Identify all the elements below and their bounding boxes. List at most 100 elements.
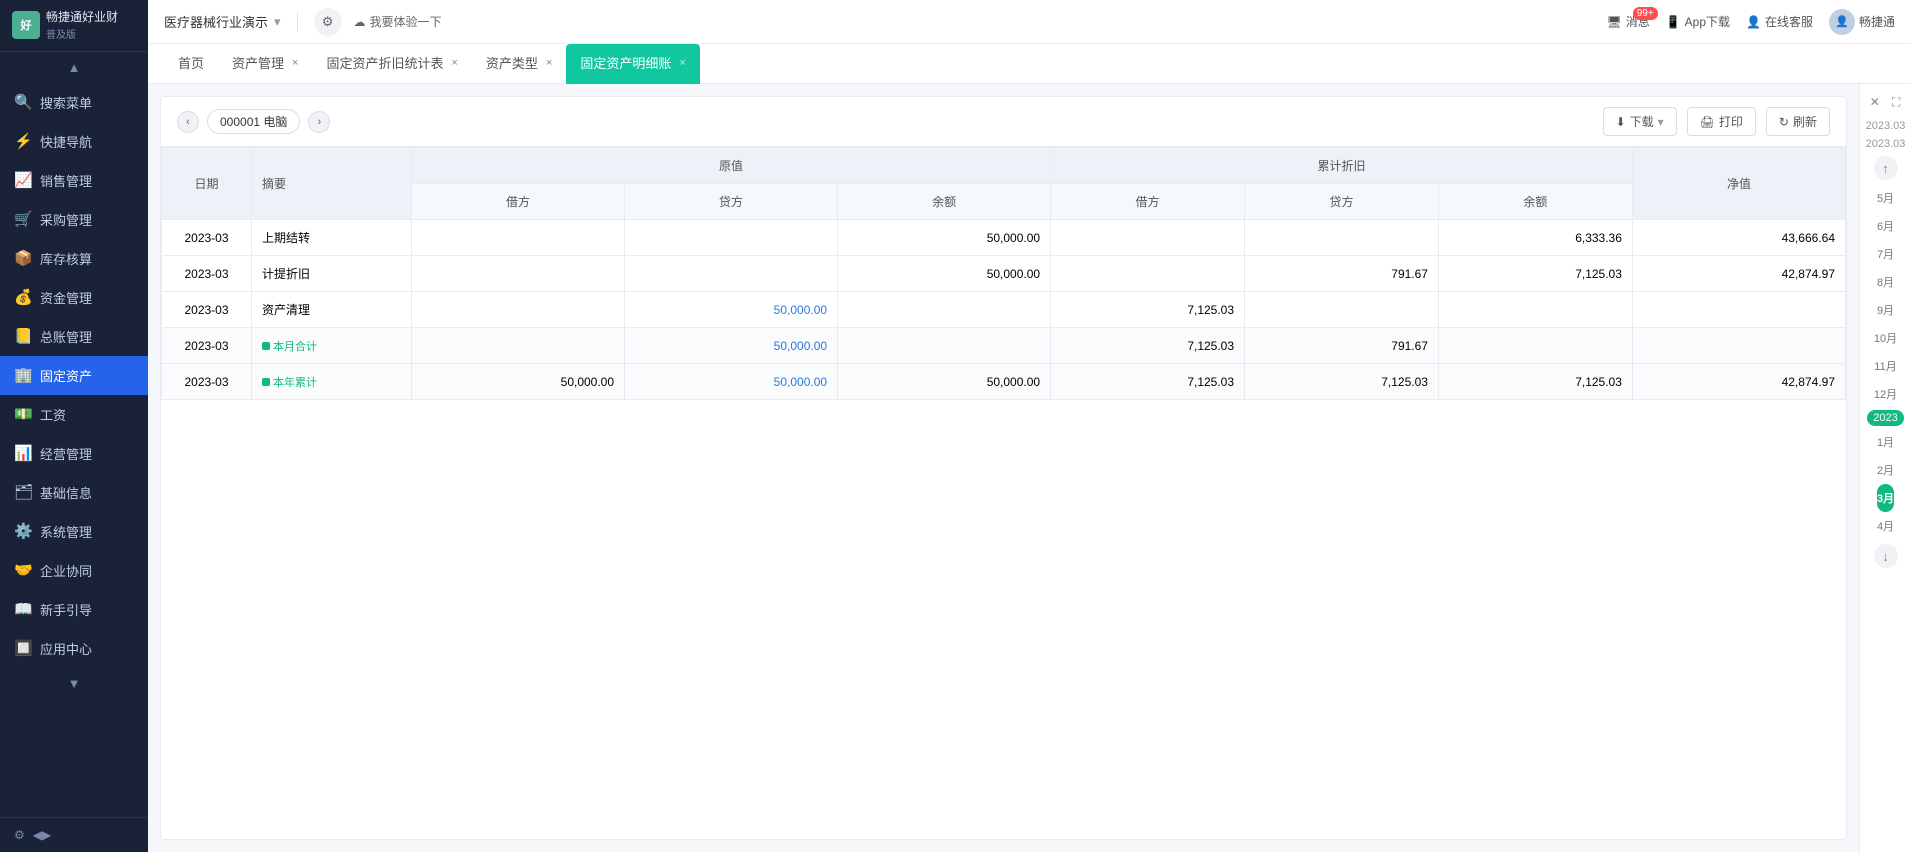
year-badge-2023[interactable]: 2023 xyxy=(1867,410,1903,426)
month-1-label: 1月 xyxy=(1877,434,1894,450)
year-tag: 本年累计 xyxy=(262,374,317,390)
sidebar-scroll-up[interactable]: ▲ xyxy=(0,52,148,83)
month-10-label: 10月 xyxy=(1874,330,1897,346)
online-service-label: 在线客服 xyxy=(1765,13,1813,30)
row3-net xyxy=(1632,328,1845,364)
year-section-top: 2023.03 xyxy=(1860,116,1911,134)
table-row-year: 2023-03 本年累计 50,000.00 50,000.00 50,000.… xyxy=(162,364,1846,400)
col-header-orig-credit: 贷方 xyxy=(625,184,838,220)
panel-expand-icon[interactable]: ⛶ xyxy=(1888,92,1906,112)
month-item-2[interactable]: 2月 xyxy=(1877,456,1894,484)
subtotal-tag: 本月合计 xyxy=(262,338,317,354)
tab-detail-close[interactable]: × xyxy=(679,57,685,69)
capital-icon: 💰 xyxy=(14,288,32,306)
sidebar-item-inventory[interactable]: 📦 库存核算 xyxy=(0,239,148,278)
month-item-5[interactable]: 5月 xyxy=(1877,184,1894,212)
print-button[interactable]: 🖨 打印 xyxy=(1687,107,1756,136)
prev-icon: ‹ xyxy=(186,116,190,128)
message-button[interactable]: 🖥 消息 99+ xyxy=(1606,13,1649,30)
tab-depreciation-close[interactable]: × xyxy=(451,57,457,69)
sidebar-item-system[interactable]: ⚙️ 系统管理 xyxy=(0,512,148,551)
sidebar-item-wages[interactable]: 💵 工资 xyxy=(0,395,148,434)
tab-home[interactable]: 首页 xyxy=(164,44,218,84)
month-item-1[interactable]: 1月 xyxy=(1877,428,1894,456)
sidebar-item-search[interactable]: 🔍 搜索菜单 xyxy=(0,83,148,122)
download-button[interactable]: ⬇ 下载 ▾ xyxy=(1603,107,1677,136)
sidebar-item-base[interactable]: 🗂 基础信息 xyxy=(0,473,148,512)
month-item-10[interactable]: 10月 xyxy=(1874,324,1897,352)
company-selector[interactable]: 医疗器械行业演示 ▾ xyxy=(164,12,281,31)
month-item-8[interactable]: 8月 xyxy=(1877,268,1894,296)
row3-summary: 本月合计 xyxy=(252,328,412,364)
sidebar-item-operation[interactable]: 📊 经营管理 xyxy=(0,434,148,473)
avatar: 👤 xyxy=(1829,9,1855,35)
sidebar-item-apps[interactable]: 🔲 应用中心 xyxy=(0,629,148,668)
panel-header: ✕ ⛶ xyxy=(1860,88,1911,116)
tab-detail[interactable]: 固定资产明细账 × xyxy=(566,44,699,84)
row4-net: 42,874.97 xyxy=(1632,364,1845,400)
asset-next-button[interactable]: › xyxy=(308,111,330,133)
row3-orig-credit: 50,000.00 xyxy=(625,328,838,364)
tab-asset-type-close[interactable]: × xyxy=(546,57,552,69)
col-header-orig-debit: 借方 xyxy=(412,184,625,220)
sidebar-item-guide[interactable]: 📖 新手引导 xyxy=(0,590,148,629)
row2-date: 2023-03 xyxy=(162,292,252,328)
sidebar-item-ledger[interactable]: 📒 总账管理 xyxy=(0,317,148,356)
sidebar-label-search: 搜索菜单 xyxy=(40,93,92,112)
col-header-dep-credit: 贷方 xyxy=(1245,184,1439,220)
row2-dep-credit xyxy=(1245,292,1439,328)
month-item-6[interactable]: 6月 xyxy=(1877,212,1894,240)
row0-orig-debit xyxy=(412,220,625,256)
sidebar-item-purchase[interactable]: 🛒 采购管理 xyxy=(0,200,148,239)
topbar: 医疗器械行业演示 ▾ ⚙ ☁ 我要体验一下 🖥 消息 99+ 📱 App下载 👤… xyxy=(148,0,1911,44)
sidebar-bottom: ⚙ ◀▶ xyxy=(0,817,148,852)
refresh-icon: ↻ xyxy=(1779,115,1789,129)
sidebar-scroll-down[interactable]: ▼ xyxy=(0,668,148,699)
col-header-summary: 摘要 xyxy=(252,148,412,220)
row4-dep-balance: 7,125.03 xyxy=(1438,364,1632,400)
month-6-label: 6月 xyxy=(1877,218,1894,234)
row3-orig-debit xyxy=(412,328,625,364)
year-label-2023b: 2023.03 xyxy=(1866,134,1906,152)
tab-depreciation[interactable]: 固定资产折旧统计表 × xyxy=(312,44,471,84)
sidebar-item-fixed[interactable]: 🏢 固定资产 xyxy=(0,356,148,395)
row0-dep-credit xyxy=(1245,220,1439,256)
tab-asset-type-label: 资产类型 xyxy=(486,53,538,72)
panel-close-icon[interactable]: ✕ xyxy=(1866,92,1884,112)
month-4-label: 4月 xyxy=(1877,518,1894,534)
month-8-label: 8月 xyxy=(1877,274,1894,290)
app-download-button[interactable]: 📱 App下载 xyxy=(1666,13,1730,30)
settings-button[interactable]: ⚙ xyxy=(314,8,342,36)
month-item-7[interactable]: 7月 xyxy=(1877,240,1894,268)
asset-prev-button[interactable]: ‹ xyxy=(177,111,199,133)
collapse-icon[interactable]: ◀▶ xyxy=(33,828,51,842)
sidebar-item-quicknav[interactable]: ⚡ 快捷导航 xyxy=(0,122,148,161)
user-menu[interactable]: 👤 畅捷通 xyxy=(1829,9,1895,35)
experience-button[interactable]: ☁ 我要体验一下 xyxy=(354,13,442,30)
row4-orig-balance: 50,000.00 xyxy=(838,364,1051,400)
row1-orig-balance: 50,000.00 xyxy=(838,256,1051,292)
refresh-button[interactable]: ↻ 刷新 xyxy=(1766,107,1830,136)
panel-more-down[interactable]: ↓ xyxy=(1874,544,1898,568)
month-item-4[interactable]: 4月 xyxy=(1877,512,1894,540)
sidebar: 好 畅捷通好业财 普及版 ▲ 🔍 搜索菜单 ⚡ 快捷导航 📈 销售管理 🛒 采购… xyxy=(0,0,148,852)
sidebar-item-sales[interactable]: 📈 销售管理 xyxy=(0,161,148,200)
settings-icon[interactable]: ⚙ xyxy=(14,828,25,842)
month-item-12[interactable]: 12月 xyxy=(1874,380,1897,408)
asset-chip[interactable]: 000001 电脑 xyxy=(207,109,300,134)
panel-more-up[interactable]: ↑ xyxy=(1874,156,1898,180)
sidebar-item-collab[interactable]: 🤝 企业协同 xyxy=(0,551,148,590)
purchase-icon: 🛒 xyxy=(14,210,32,228)
month-item-3-active[interactable]: 3月 xyxy=(1877,484,1894,512)
row0-orig-balance: 50,000.00 xyxy=(838,220,1051,256)
col-header-date: 日期 xyxy=(162,148,252,220)
year-dot xyxy=(262,378,270,386)
tab-asset[interactable]: 资产管理 × xyxy=(218,44,312,84)
month-item-11[interactable]: 11月 xyxy=(1874,352,1896,380)
tab-asset-type[interactable]: 资产类型 × xyxy=(472,44,566,84)
month-11-label: 11月 xyxy=(1874,358,1896,374)
online-service-button[interactable]: 👤 在线客服 xyxy=(1746,13,1813,30)
tab-asset-close[interactable]: × xyxy=(292,57,298,69)
sidebar-item-capital[interactable]: 💰 资金管理 xyxy=(0,278,148,317)
month-item-9[interactable]: 9月 xyxy=(1877,296,1894,324)
